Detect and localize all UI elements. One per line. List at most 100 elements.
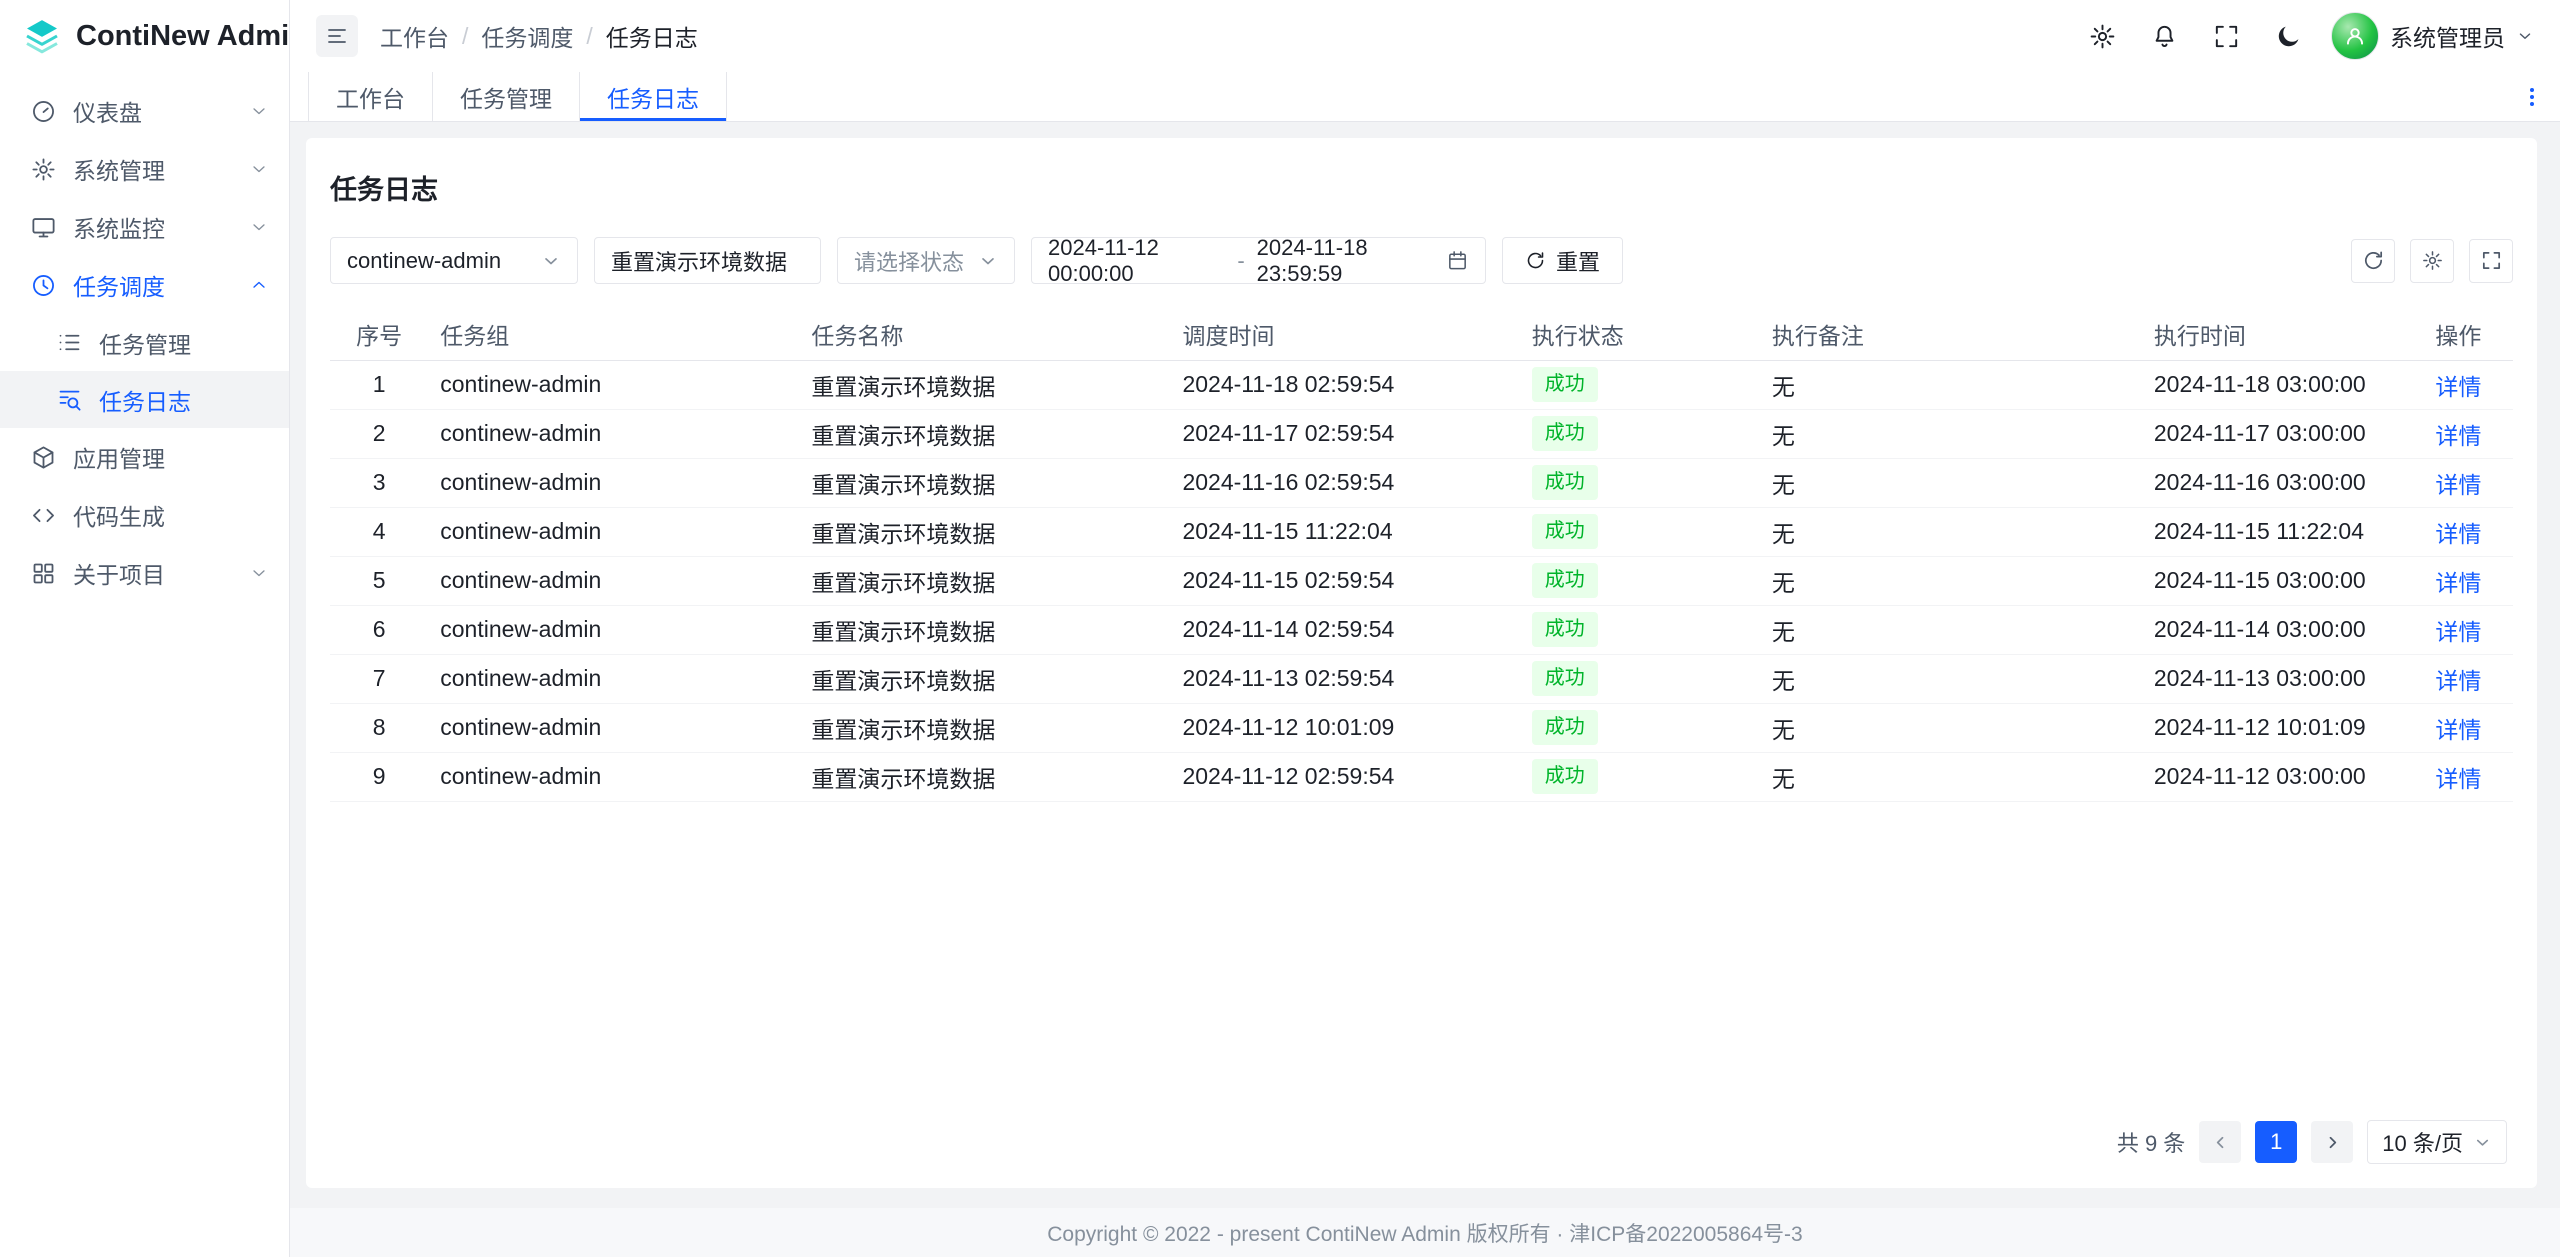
- table-row: 4 continew-admin 重置演示环境数据 2024-11-15 11:…: [330, 507, 2513, 556]
- tab-label: 工作台: [336, 80, 405, 114]
- cell-name: 重置演示环境数据: [799, 703, 1170, 752]
- page-size-select[interactable]: 10 条/页: [2367, 1120, 2507, 1164]
- cell-group: continew-admin: [428, 360, 799, 409]
- sidebar-item-task-log[interactable]: 任务日志: [0, 371, 289, 428]
- app-icon: [30, 444, 57, 471]
- date-range-picker[interactable]: 2024-11-12 00:00:00 - 2024-11-18 23:59:5…: [1031, 237, 1486, 284]
- cell-exec-time: 2024-11-15 03:00:00: [2142, 556, 2404, 605]
- cell-schedule-time: 2024-11-12 10:01:09: [1170, 703, 1519, 752]
- cell-status: 成功: [1520, 360, 1760, 409]
- sidebar-item-dashboard[interactable]: 仪表盘: [0, 82, 289, 140]
- cell-remark: 无: [1760, 654, 2142, 703]
- detail-link[interactable]: 详情: [2435, 423, 2481, 449]
- detail-link[interactable]: 详情: [2435, 472, 2481, 498]
- bell-icon: [2150, 22, 2179, 51]
- cell-status: 成功: [1520, 507, 1760, 556]
- status-badge: 成功: [1532, 661, 1598, 696]
- user-menu[interactable]: 系统管理员: [2331, 12, 2534, 60]
- cell-status: 成功: [1520, 752, 1760, 801]
- tabs-more-icon[interactable]: [2520, 85, 2544, 109]
- breadcrumb-item[interactable]: 任务调度: [481, 19, 573, 53]
- cell-no: 7: [330, 654, 428, 703]
- cell-remark: 无: [1760, 507, 2142, 556]
- sidebar-item-label: 应用管理: [73, 440, 269, 474]
- cell-exec-time: 2024-11-13 03:00:00: [2142, 654, 2404, 703]
- menu-collapse-button[interactable]: [316, 15, 358, 57]
- cell-remark: 无: [1760, 360, 2142, 409]
- table-refresh-button[interactable]: [2351, 239, 2395, 283]
- chevron-up-icon: [249, 275, 269, 295]
- detail-link[interactable]: 详情: [2435, 717, 2481, 743]
- breadcrumb-item: 任务日志: [606, 19, 698, 53]
- sidebar-item-system-monitoring[interactable]: 系统监控: [0, 198, 289, 256]
- logo: ContiNew Admin: [0, 0, 289, 72]
- cell-no: 1: [330, 360, 428, 409]
- table-settings-button[interactable]: [2410, 239, 2454, 283]
- cell-exec-time: 2024-11-12 10:01:09: [2142, 703, 2404, 752]
- table-row: 8 continew-admin 重置演示环境数据 2024-11-12 10:…: [330, 703, 2513, 752]
- sidebar-item-task-management[interactable]: 任务管理: [0, 314, 289, 371]
- moon-icon: [2274, 22, 2303, 51]
- cell-name: 重置演示环境数据: [799, 752, 1170, 801]
- status-badge: 成功: [1532, 759, 1598, 794]
- footer-copyright: Copyright © 2022 - present ContiNew Admi…: [290, 1208, 2560, 1257]
- pagination-prev-button[interactable]: [2199, 1121, 2241, 1163]
- tab-task-log[interactable]: 任务日志: [580, 72, 727, 121]
- sidebar-item-code-generation[interactable]: 代码生成: [0, 486, 289, 544]
- detail-link[interactable]: 详情: [2435, 521, 2481, 547]
- column-header: 任务组: [428, 308, 799, 360]
- refresh-icon: [1525, 250, 1546, 271]
- dark-mode-icon-button[interactable]: [2269, 17, 2307, 55]
- chevron-down-icon: [249, 217, 269, 237]
- sidebar: ContiNew Admin 仪表盘 系统管理 系统监控 任务调度 任务管理 任…: [0, 0, 290, 1257]
- breadcrumb-item[interactable]: 工作台: [380, 19, 449, 53]
- sidebar-item-about-project[interactable]: 关于项目: [0, 544, 289, 602]
- fullscreen-icon-button[interactable]: [2207, 17, 2245, 55]
- task-group-select[interactable]: continew-admin: [330, 237, 578, 284]
- column-header: 执行备注: [1760, 308, 2142, 360]
- detail-link[interactable]: 详情: [2435, 766, 2481, 792]
- pagination-page-1[interactable]: 1: [2255, 1121, 2297, 1163]
- notification-icon-button[interactable]: [2145, 17, 2183, 55]
- cell-name: 重置演示环境数据: [799, 409, 1170, 458]
- gear-icon: [2088, 22, 2117, 51]
- page-title: 任务日志: [330, 168, 2513, 207]
- cell-group: continew-admin: [428, 703, 799, 752]
- sidebar-item-label: 系统管理: [73, 152, 233, 186]
- tab-workbench[interactable]: 工作台: [308, 72, 433, 121]
- cell-name: 重置演示环境数据: [799, 605, 1170, 654]
- detail-link[interactable]: 详情: [2435, 374, 2481, 400]
- user-name: 系统管理员: [2390, 19, 2505, 53]
- status-badge: 成功: [1532, 465, 1598, 500]
- sidebar-item-task-schedule[interactable]: 任务调度: [0, 256, 289, 314]
- pagination-next-button[interactable]: [2311, 1121, 2353, 1163]
- cell-no: 5: [330, 556, 428, 605]
- table-row: 7 continew-admin 重置演示环境数据 2024-11-13 02:…: [330, 654, 2513, 703]
- cell-name: 重置演示环境数据: [799, 556, 1170, 605]
- sidebar-item-label: 任务调度: [73, 268, 233, 302]
- cell-schedule-time: 2024-11-12 02:59:54: [1170, 752, 1519, 801]
- detail-link[interactable]: 详情: [2435, 668, 2481, 694]
- calendar-icon: [1446, 249, 1469, 272]
- settings-icon-button[interactable]: [2083, 17, 2121, 55]
- reset-button[interactable]: 重置: [1502, 237, 1623, 284]
- clock-icon: [30, 272, 57, 299]
- cell-name: 重置演示环境数据: [799, 507, 1170, 556]
- table-fullscreen-button[interactable]: [2469, 239, 2513, 283]
- cell-status: 成功: [1520, 409, 1760, 458]
- cell-exec-time: 2024-11-15 11:22:04: [2142, 507, 2404, 556]
- detail-link[interactable]: 详情: [2435, 570, 2481, 596]
- task-name-input[interactable]: [594, 237, 821, 284]
- sidebar-item-app-management[interactable]: 应用管理: [0, 428, 289, 486]
- cell-schedule-time: 2024-11-15 11:22:04: [1170, 507, 1519, 556]
- cell-no: 3: [330, 458, 428, 507]
- cell-remark: 无: [1760, 752, 2142, 801]
- tab-task-management[interactable]: 任务管理: [433, 72, 580, 121]
- detail-link[interactable]: 详情: [2435, 619, 2481, 645]
- sidebar-item-system-management[interactable]: 系统管理: [0, 140, 289, 198]
- status-select[interactable]: 请选择状态: [837, 237, 1015, 284]
- sidebar-item-label: 关于项目: [73, 556, 233, 590]
- gear-icon: [2421, 249, 2444, 272]
- cell-name: 重置演示环境数据: [799, 360, 1170, 409]
- breadcrumb-separator: /: [462, 23, 468, 50]
